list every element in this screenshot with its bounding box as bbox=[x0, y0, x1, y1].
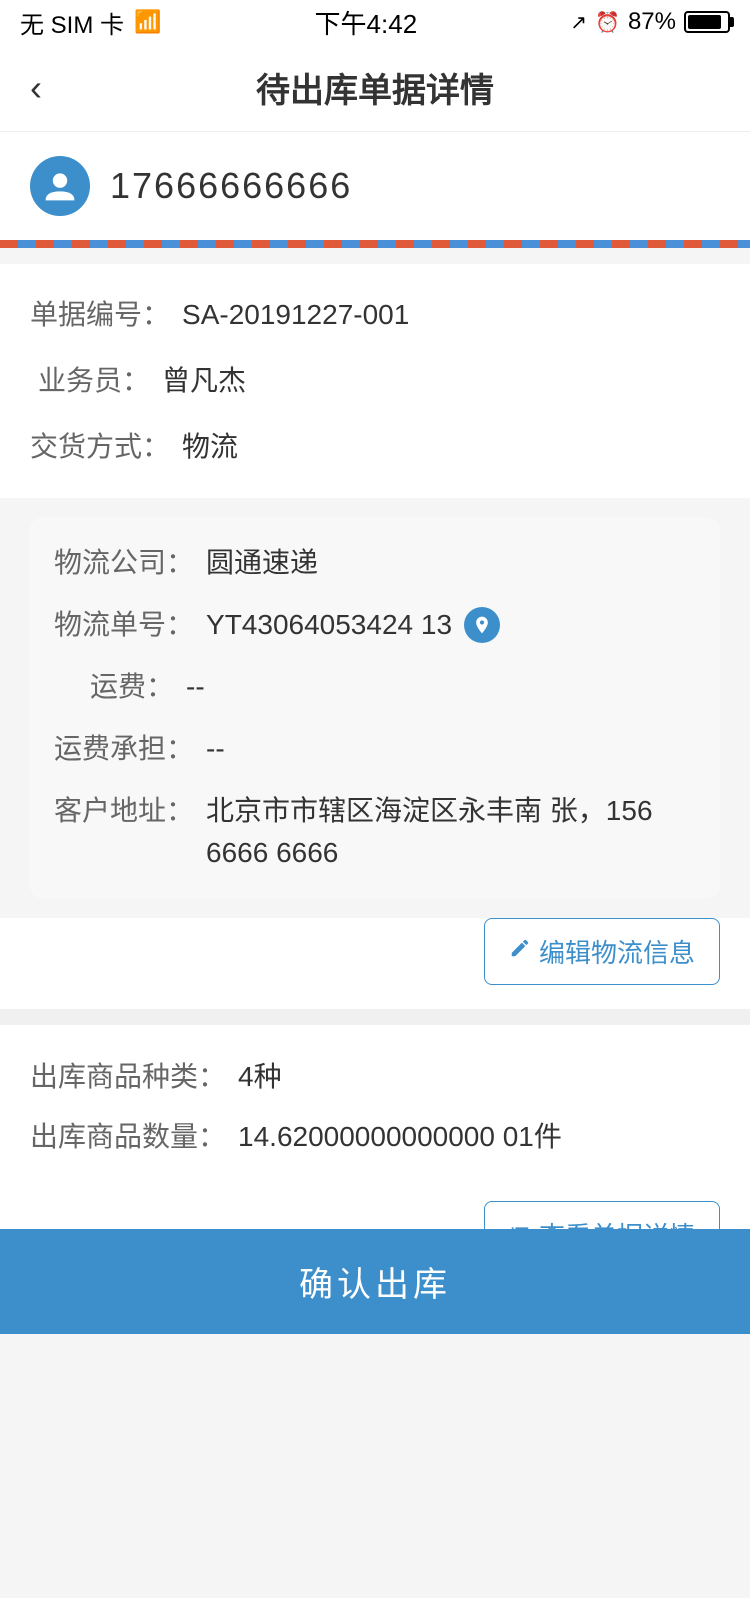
page-title: 待出库单据详情 bbox=[256, 63, 494, 112]
status-left: 无 SIM 卡 📶 bbox=[20, 5, 161, 40]
order-no-value: SA-20191227-001 bbox=[182, 294, 720, 336]
logistics-freight-bearer-value: -- bbox=[206, 728, 696, 770]
order-no-row: 单据编号： SA-20191227-001 bbox=[30, 294, 720, 336]
edit-icon bbox=[509, 937, 531, 966]
battery-icon bbox=[684, 11, 730, 33]
logistics-company-label: 物流公司： bbox=[54, 542, 194, 584]
logistics-freight-label: 运费： bbox=[54, 666, 174, 708]
logistics-company-value: 圆通速递 bbox=[206, 542, 696, 584]
outstock-quantity-row: 出库商品数量： 14.62000000000000 01件 bbox=[30, 1115, 720, 1155]
logistics-tracking-row: 物流单号： YT43064053424 13 bbox=[54, 604, 696, 646]
order-no-label: 单据编号： bbox=[30, 294, 170, 336]
bottom-bar: 确认出库 bbox=[0, 1229, 750, 1334]
logistics-card: 物流公司： 圆通速递 物流单号： YT43064053424 13 运费： --… bbox=[30, 518, 720, 898]
carrier-label: 无 SIM 卡 bbox=[20, 5, 124, 40]
logistics-freight-bearer-row: 运费承担： -- bbox=[54, 728, 696, 770]
delivery-label: 交货方式： bbox=[30, 426, 170, 468]
confirm-outstock-button[interactable]: 确认出库 bbox=[299, 1257, 451, 1306]
battery-label: 87% bbox=[628, 8, 676, 36]
nav-bar: ‹ 待出库单据详情 bbox=[0, 44, 750, 132]
outstock-type-row: 出库商品种类： 4种 bbox=[30, 1055, 720, 1095]
dashed-divider bbox=[0, 240, 750, 248]
edit-btn-label: 编辑物流信息 bbox=[539, 933, 695, 970]
section-divider bbox=[0, 1009, 750, 1025]
logistics-address-row: 客户地址： 北京市市辖区海淀区永丰南 张，156 6666 6666 bbox=[54, 790, 696, 874]
salesman-value: 曾凡杰 bbox=[162, 360, 720, 402]
salesman-label: 业务员： bbox=[30, 360, 150, 402]
salesman-row: 业务员： 曾凡杰 bbox=[30, 360, 720, 402]
logistics-freight-bearer-label: 运费承担： bbox=[54, 728, 194, 770]
outstock-section: 出库商品种类： 4种 出库商品数量： 14.62000000000000 01件 bbox=[0, 1025, 750, 1185]
wifi-icon: 📶 bbox=[134, 9, 161, 35]
logistics-address-label: 客户地址： bbox=[54, 790, 194, 832]
status-bar: 无 SIM 卡 📶 下午4:42 ↗ ⏰ 87% bbox=[0, 0, 750, 44]
avatar bbox=[30, 156, 90, 216]
outstock-quantity-label: 出库商品数量： bbox=[30, 1115, 226, 1155]
outstock-quantity-value: 14.62000000000000 01件 bbox=[238, 1115, 562, 1155]
logistics-address-value: 北京市市辖区海淀区永丰南 张，156 6666 6666 bbox=[206, 790, 696, 874]
status-right: ↗ ⏰ 87% bbox=[570, 8, 730, 36]
edit-btn-row: 编辑物流信息 bbox=[0, 918, 750, 1009]
user-phone: 17666666666 bbox=[110, 165, 352, 207]
logistics-company-row: 物流公司： 圆通速递 bbox=[54, 542, 696, 584]
basic-info-section: 单据编号： SA-20191227-001 业务员： 曾凡杰 交货方式： 物流 bbox=[0, 264, 750, 498]
logistics-tracking-value: YT43064053424 13 bbox=[206, 604, 696, 646]
location-icon[interactable] bbox=[464, 607, 500, 643]
user-section: 17666666666 bbox=[0, 132, 750, 240]
logistics-freight-value: -- bbox=[186, 666, 696, 708]
time-label: 下午4:42 bbox=[315, 4, 418, 41]
delivery-row: 交货方式： 物流 bbox=[30, 426, 720, 468]
battery-fill bbox=[688, 15, 721, 29]
delivery-value: 物流 bbox=[182, 426, 720, 468]
logistics-freight-row: 运费： -- bbox=[54, 666, 696, 708]
logistics-tracking-label: 物流单号： bbox=[54, 604, 194, 646]
outstock-type-label: 出库商品种类： bbox=[30, 1055, 226, 1095]
outstock-type-value: 4种 bbox=[238, 1055, 282, 1095]
alarm-icon: ⏰ bbox=[595, 10, 620, 35]
back-button[interactable]: ‹ bbox=[30, 67, 42, 109]
location-nav-icon: ↗ bbox=[570, 10, 587, 35]
edit-logistics-button[interactable]: 编辑物流信息 bbox=[484, 918, 720, 985]
